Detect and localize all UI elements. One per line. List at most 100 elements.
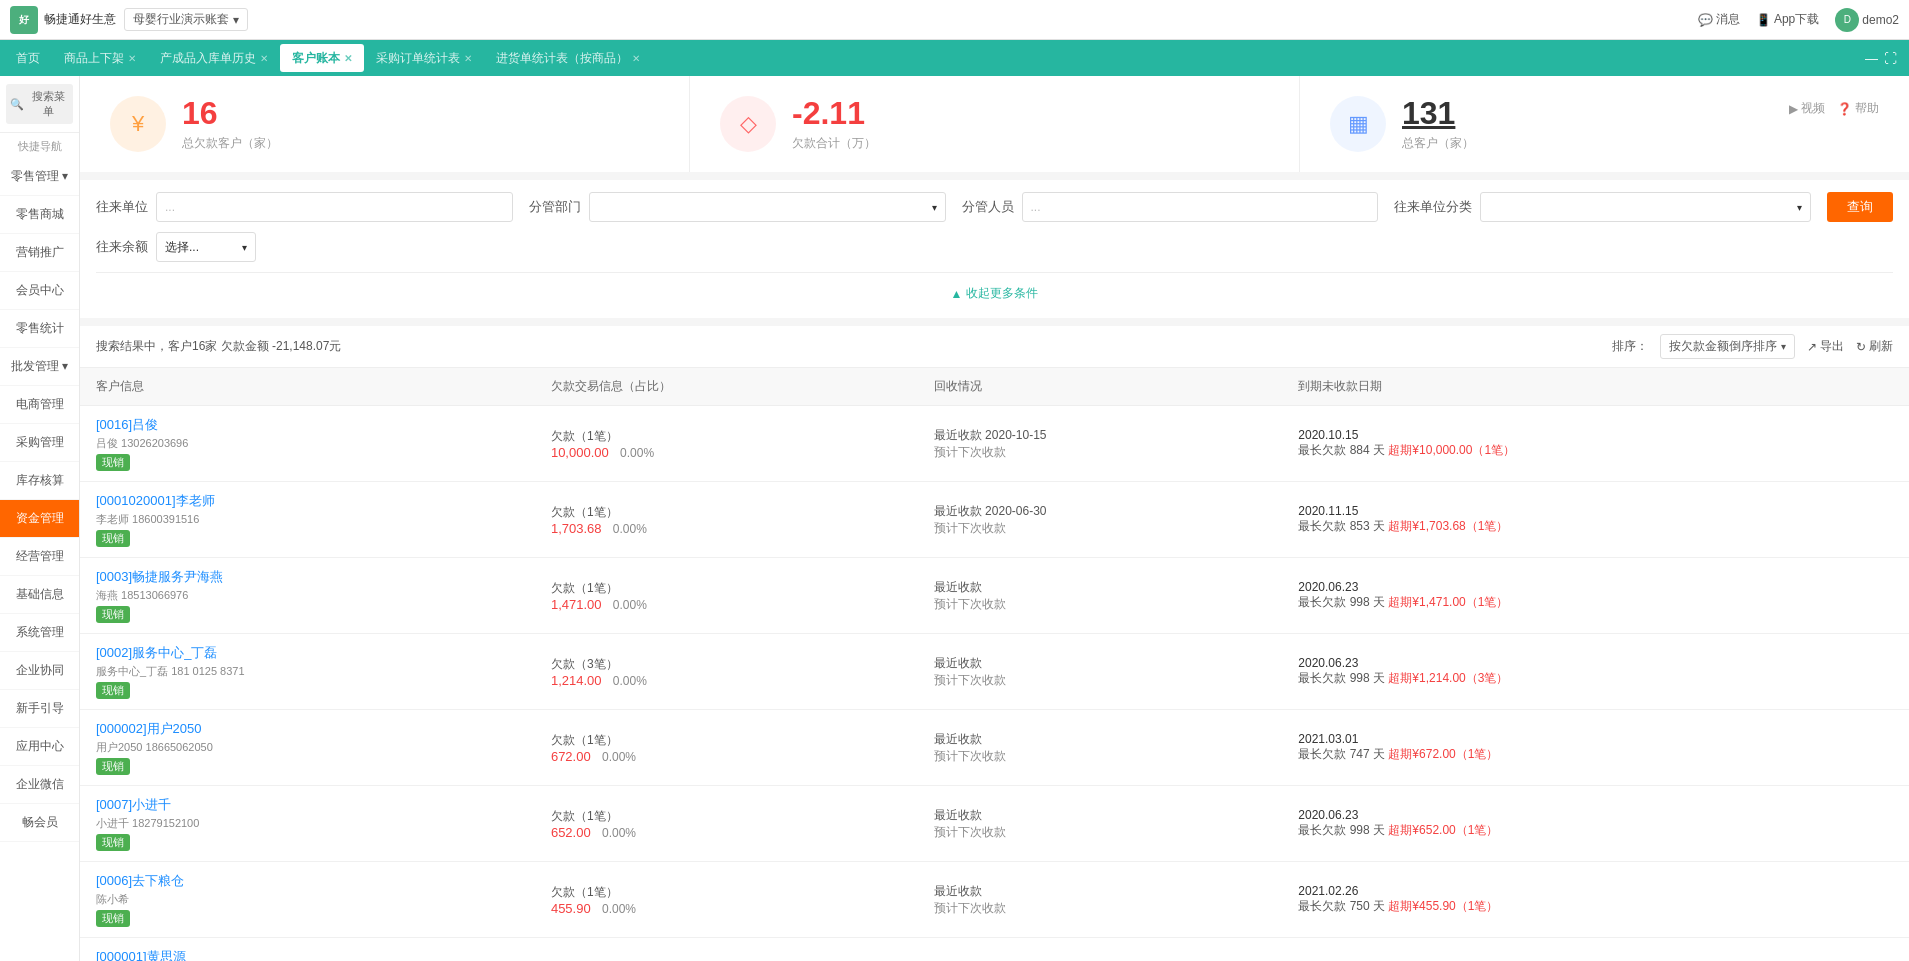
tab-home[interactable]: 首页: [4, 44, 52, 72]
debt-amount-4[interactable]: 672.00: [551, 749, 591, 764]
sidebar-item-warehouse[interactable]: 库存核算: [0, 462, 79, 500]
tab-customer-account[interactable]: 客户账本 ✕: [280, 44, 364, 72]
sidebar-item-enterprise-wechat[interactable]: 企业微信: [0, 766, 79, 804]
overdue-days-6: 最长欠款 750 天: [1298, 899, 1388, 913]
filter-category-select[interactable]: [1480, 192, 1811, 222]
window-maximize[interactable]: ⛶: [1884, 51, 1897, 66]
tab-production-history[interactable]: 产成品入库单历史 ✕: [148, 44, 280, 72]
filter-dept: 分管部门: [529, 192, 946, 222]
help-btn[interactable]: ❓ 帮助: [1837, 100, 1879, 117]
overdue-amount-6[interactable]: 超期¥455.90（1笔）: [1388, 899, 1498, 913]
sidebar-member-label: 会员中心: [4, 282, 75, 299]
sidebar-item-retail-stats[interactable]: 零售统计: [0, 310, 79, 348]
filter-source-unit-input[interactable]: ...: [156, 192, 513, 222]
sidebar-warehouse-label: 库存核算: [4, 472, 75, 489]
filter-manager-input[interactable]: ...: [1022, 192, 1379, 222]
debt-amount-1[interactable]: 1,703.68: [551, 521, 602, 536]
stat-owing-total: ◇ -2.11 欠款合计（万）: [690, 76, 1300, 172]
customer-name-5[interactable]: [0007]小进千: [96, 796, 519, 814]
latest-payment-6: 最近收款: [934, 883, 1267, 900]
sidebar-item-member[interactable]: 会员中心: [0, 272, 79, 310]
sidebar-item-system[interactable]: 系统管理: [0, 614, 79, 652]
filter-balance-select[interactable]: 选择...: [156, 232, 256, 262]
sidebar-item-business[interactable]: 经营管理: [0, 538, 79, 576]
sidebar-item-batch-mgmt[interactable]: 批发管理 ▾: [0, 348, 79, 386]
overdue-amount-3[interactable]: 超期¥1,214.00（3笔）: [1388, 671, 1508, 685]
sidebar-quick-nav[interactable]: 快捷导航: [0, 133, 79, 158]
app-label: App下载: [1774, 11, 1819, 28]
search-button[interactable]: 查询: [1827, 192, 1893, 222]
tab-purchase-stats[interactable]: 进货单统计表（按商品） ✕: [484, 44, 652, 72]
filter-balance-placeholder: 选择...: [165, 239, 199, 256]
store-selector[interactable]: 母婴行业演示账套 ▾: [124, 8, 248, 31]
sidebar-enterprise-wechat-label: 企业微信: [4, 776, 75, 793]
debt-amount-0[interactable]: 10,000.00: [551, 445, 609, 460]
overdue-amount-0[interactable]: 超期¥10,000.00（1笔）: [1388, 443, 1515, 457]
brand: 好 畅捷通好生意: [10, 6, 116, 34]
tab-product-shelf[interactable]: 商品上下架 ✕: [52, 44, 148, 72]
cell-customer-1: [0001020001]李老师 李老师 18600391516 现销: [80, 482, 535, 558]
customer-name-4[interactable]: [000002]用户2050: [96, 720, 519, 738]
export-btn[interactable]: ↗ 导出: [1807, 338, 1844, 355]
sidebar-item-purchase-mgmt[interactable]: 采购管理: [0, 424, 79, 462]
customer-name-3[interactable]: [0002]服务中心_丁磊: [96, 644, 519, 662]
overdue-info-2: 最长欠款 998 天 超期¥1,471.00（1笔）: [1298, 594, 1893, 611]
tab-production-history-close[interactable]: ✕: [260, 53, 268, 64]
message-btn[interactable]: 💬 消息: [1698, 11, 1740, 28]
overdue-amount-2[interactable]: 超期¥1,471.00（1笔）: [1388, 595, 1508, 609]
sidebar-item-retail-mall[interactable]: 零售商城: [0, 196, 79, 234]
cell-due-7: 2020.12.30 最长欠款 808 天 超期¥429.00（1笔）: [1282, 938, 1909, 961]
view-btn[interactable]: ▶ 视频: [1789, 100, 1825, 117]
sidebar-item-marketing[interactable]: 营销推广: [0, 234, 79, 272]
debt-amount-5[interactable]: 652.00: [551, 825, 591, 840]
due-date-1: 2020.11.15: [1298, 504, 1893, 518]
table-row: [0003]畅捷服务尹海燕 海燕 18513066976 现销 欠款（1笔） 1…: [80, 558, 1909, 634]
tab-customer-account-close[interactable]: ✕: [344, 53, 352, 64]
stat-owing-total-info: -2.11 欠款合计（万）: [792, 96, 876, 152]
sidebar-search-btn[interactable]: 🔍 搜索菜单: [6, 84, 73, 124]
debt-label-0: 欠款（1笔）: [551, 428, 902, 445]
debt-amount-3[interactable]: 1,214.00: [551, 673, 602, 688]
overdue-amount-1[interactable]: 超期¥1,703.68（1笔）: [1388, 519, 1508, 533]
debt-amount-2[interactable]: 1,471.00: [551, 597, 602, 612]
window-minimize[interactable]: —: [1865, 51, 1878, 66]
customer-name-1[interactable]: [0001020001]李老师: [96, 492, 519, 510]
customer-name-6[interactable]: [0006]去下粮仓: [96, 872, 519, 890]
debt-amount-6[interactable]: 455.90: [551, 901, 591, 916]
overdue-amount-4[interactable]: 超期¥672.00（1笔）: [1388, 747, 1498, 761]
user-menu[interactable]: D demo2: [1835, 8, 1899, 32]
top-bar-right: 💬 消息 📱 App下载 D demo2: [1698, 8, 1899, 32]
customer-name-2[interactable]: [0003]畅捷服务尹海燕: [96, 568, 519, 586]
sidebar-item-newbie[interactable]: 新手引导: [0, 690, 79, 728]
overdue-days-2: 最长欠款 998 天: [1298, 595, 1388, 609]
tab-product-shelf-close[interactable]: ✕: [128, 53, 136, 64]
sidebar-item-basic-info[interactable]: 基础信息: [0, 576, 79, 614]
sidebar-item-finance[interactable]: 资金管理: [0, 500, 79, 538]
sidebar-item-ecommerce[interactable]: 电商管理: [0, 386, 79, 424]
top-bar: 好 畅捷通好生意 母婴行业演示账套 ▾ 💬 消息 📱 App下载 D demo2: [0, 0, 1909, 40]
tab-purchase-order-close[interactable]: ✕: [464, 53, 472, 64]
tab-purchase-order[interactable]: 采购订单统计表 ✕: [364, 44, 484, 72]
app-download-btn[interactable]: 📱 App下载: [1756, 11, 1819, 28]
sidebar-item-app-center[interactable]: 应用中心: [0, 728, 79, 766]
collapse-btn[interactable]: ▲ 收起更多条件: [943, 281, 1047, 306]
overdue-amount-5[interactable]: 超期¥652.00（1笔）: [1388, 823, 1498, 837]
content-area: ¥ 16 总欠款客户（家） ◇ -2.11 欠款合计（万） ▦ 131 总客户（…: [80, 76, 1909, 961]
debt-percent-6: 0.00%: [602, 902, 636, 916]
customer-name-7[interactable]: [000001]黄思源: [96, 948, 519, 961]
stat-total-customers-icon: ▦: [1330, 96, 1386, 152]
filter-category-label: 往来单位分类: [1394, 198, 1472, 216]
customer-name-0[interactable]: [0016]吕俊: [96, 416, 519, 434]
cell-collection-6: 最近收款 预计下次收款: [918, 862, 1283, 938]
filter-dept-select[interactable]: [589, 192, 946, 222]
debt-percent-5: 0.00%: [602, 826, 636, 840]
sidebar-item-enterprise-coop[interactable]: 企业协同: [0, 652, 79, 690]
due-date-2: 2020.06.23: [1298, 580, 1893, 594]
refresh-btn[interactable]: ↻ 刷新: [1856, 338, 1893, 355]
filter-category-arrow: [1797, 200, 1802, 214]
tab-purchase-stats-close[interactable]: ✕: [632, 53, 640, 64]
sidebar-item-retail-mgmt[interactable]: 零售管理 ▾: [0, 158, 79, 196]
sort-select[interactable]: 按欠款金额倒序排序: [1660, 334, 1795, 359]
sort-label: 排序：: [1612, 338, 1648, 355]
sidebar-item-member-vip[interactable]: 畅会员: [0, 804, 79, 842]
